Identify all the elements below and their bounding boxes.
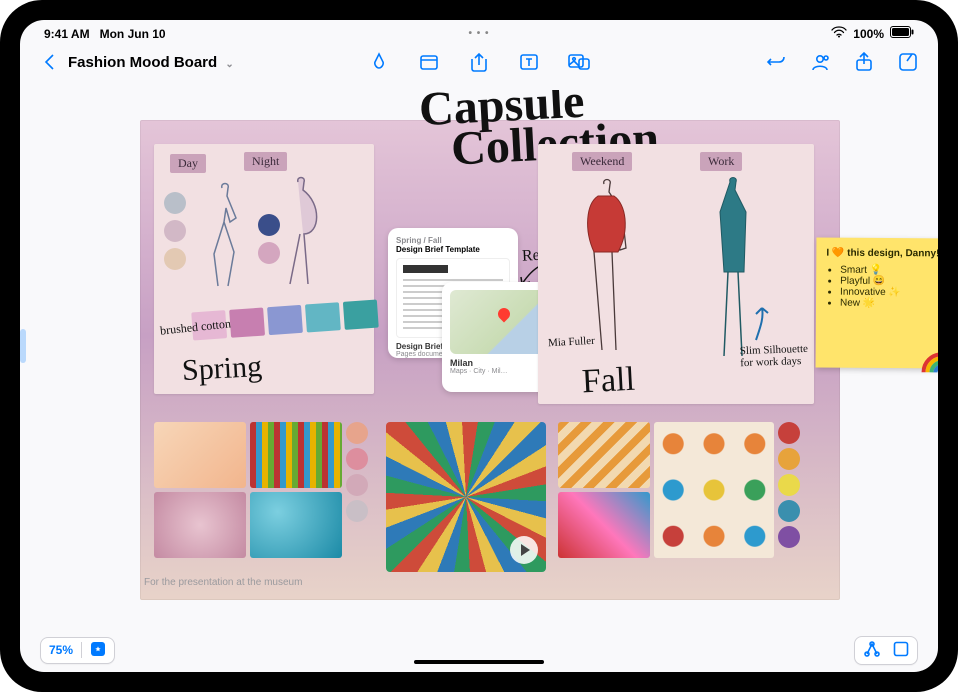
share-button[interactable] <box>852 50 876 74</box>
image-thumb <box>558 492 650 558</box>
spring-palette-dots <box>346 422 368 558</box>
status-bar: 9:41 AM Mon Jun 10 • • • 100% <box>20 20 938 41</box>
insert-media-button[interactable] <box>567 50 591 74</box>
image-thumb <box>654 422 774 558</box>
rainbow-icon <box>922 344 938 374</box>
color-dot <box>164 220 186 242</box>
sketch-night-figure <box>270 174 350 304</box>
zoom-value: 75% <box>49 643 73 657</box>
wifi-icon <box>831 26 847 41</box>
back-button[interactable] <box>38 50 62 74</box>
day-tag[interactable]: Day <box>170 154 206 173</box>
board-title[interactable]: Fashion Mood Board ⌄ <box>68 54 234 71</box>
fall-palette-dots <box>778 422 800 558</box>
board-caption: For the presentation at the museum <box>144 577 302 588</box>
board-title-text: Fashion Mood Board <box>68 54 217 71</box>
sketch-weekend-figure <box>558 174 658 364</box>
markup-tool-button[interactable] <box>367 50 391 74</box>
add-file-button[interactable] <box>467 50 491 74</box>
screen: 9:41 AM Mon Jun 10 • • • 100% <box>20 20 938 672</box>
color-dot <box>258 242 280 264</box>
play-button[interactable] <box>510 536 538 564</box>
new-board-button[interactable] <box>896 50 920 74</box>
spring-panel[interactable]: Day Night <box>154 144 374 394</box>
doc-card-header: Spring / FallDesign Brief Template <box>396 236 510 254</box>
image-thumb <box>250 492 342 558</box>
fall-panel[interactable]: Weekend Work Mia Fuller Slim Silhouette … <box>538 144 814 404</box>
work-tag[interactable]: Work <box>700 152 742 171</box>
collaborate-button[interactable] <box>808 50 832 74</box>
image-thumb <box>558 422 650 488</box>
fall-label: Fall <box>581 361 636 402</box>
zoom-control[interactable]: 75% <box>40 637 115 664</box>
ipad-device-frame: 9:41 AM Mon Jun 10 • • • 100% <box>0 0 958 692</box>
multitask-dots-icon[interactable]: • • • <box>468 28 489 39</box>
favorite-view-icon[interactable] <box>90 641 106 660</box>
mood-board-canvas[interactable]: Capsule Collection Day Night <box>140 120 840 600</box>
sticky-note[interactable]: I 🧡 this design, Danny! Smart 💡 Playful … <box>816 238 938 369</box>
status-date: Mon Jun 10 <box>100 27 166 41</box>
status-time: 9:41 AM <box>44 27 90 41</box>
fall-collage[interactable] <box>558 422 800 558</box>
color-dot <box>164 248 186 270</box>
spring-left-palette <box>164 192 186 270</box>
image-thumb <box>154 492 246 558</box>
divider <box>81 642 82 658</box>
sticky-note-button[interactable] <box>417 50 441 74</box>
chevron-down-icon: ⌄ <box>225 59 233 70</box>
spring-label: Spring <box>181 350 263 388</box>
image-thumb <box>250 422 342 488</box>
text-box-button[interactable] <box>517 50 541 74</box>
app-toolbar: Fashion Mood Board ⌄ <box>20 41 938 81</box>
battery-percent: 100% <box>853 27 884 41</box>
canvas-viewport[interactable]: Capsule Collection Day Night <box>20 90 938 628</box>
color-dot <box>164 192 186 214</box>
sticky-heading: I 🧡 this design, Danny! <box>826 248 938 260</box>
night-tag[interactable]: Night <box>244 152 287 171</box>
battery-icon <box>890 26 914 41</box>
sticky-list: Smart 💡 Playful 😄 Innovative ✨ New 🌟 <box>840 265 938 310</box>
home-indicator[interactable] <box>414 660 544 664</box>
arrow-icon <box>750 304 774 344</box>
undo-button[interactable] <box>764 50 788 74</box>
spring-collage[interactable] <box>154 422 368 558</box>
minimap-icon[interactable] <box>893 641 909 660</box>
fabric-swatches <box>191 300 379 341</box>
view-tools <box>854 636 918 665</box>
weekend-tag[interactable]: Weekend <box>572 152 632 171</box>
bottom-bar: 75% <box>20 628 938 672</box>
color-dot <box>258 214 280 236</box>
sketch-day-figure <box>200 178 270 298</box>
graph-view-icon[interactable] <box>863 640 881 661</box>
pattern-video[interactable] <box>386 422 546 572</box>
image-thumb <box>154 422 246 488</box>
